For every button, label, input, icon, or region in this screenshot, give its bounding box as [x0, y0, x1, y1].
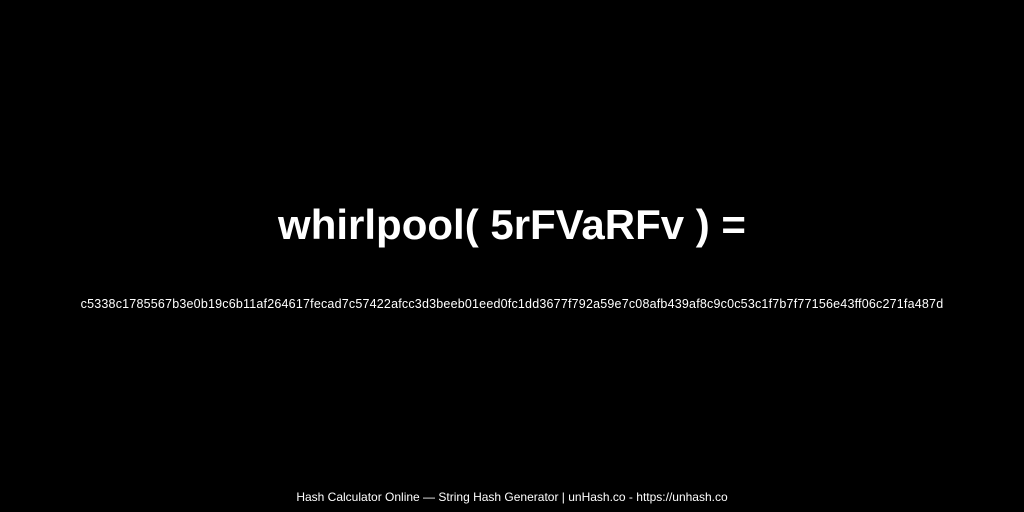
hash-output: c5338c1785567b3e0b19c6b11af264617fecad7c… — [81, 297, 944, 311]
footer-text: Hash Calculator Online — String Hash Gen… — [0, 490, 1024, 504]
hash-expression: whirlpool( 5rFVaRFv ) = — [278, 201, 746, 249]
main-content: whirlpool( 5rFVaRFv ) = c5338c1785567b3e… — [0, 0, 1024, 512]
